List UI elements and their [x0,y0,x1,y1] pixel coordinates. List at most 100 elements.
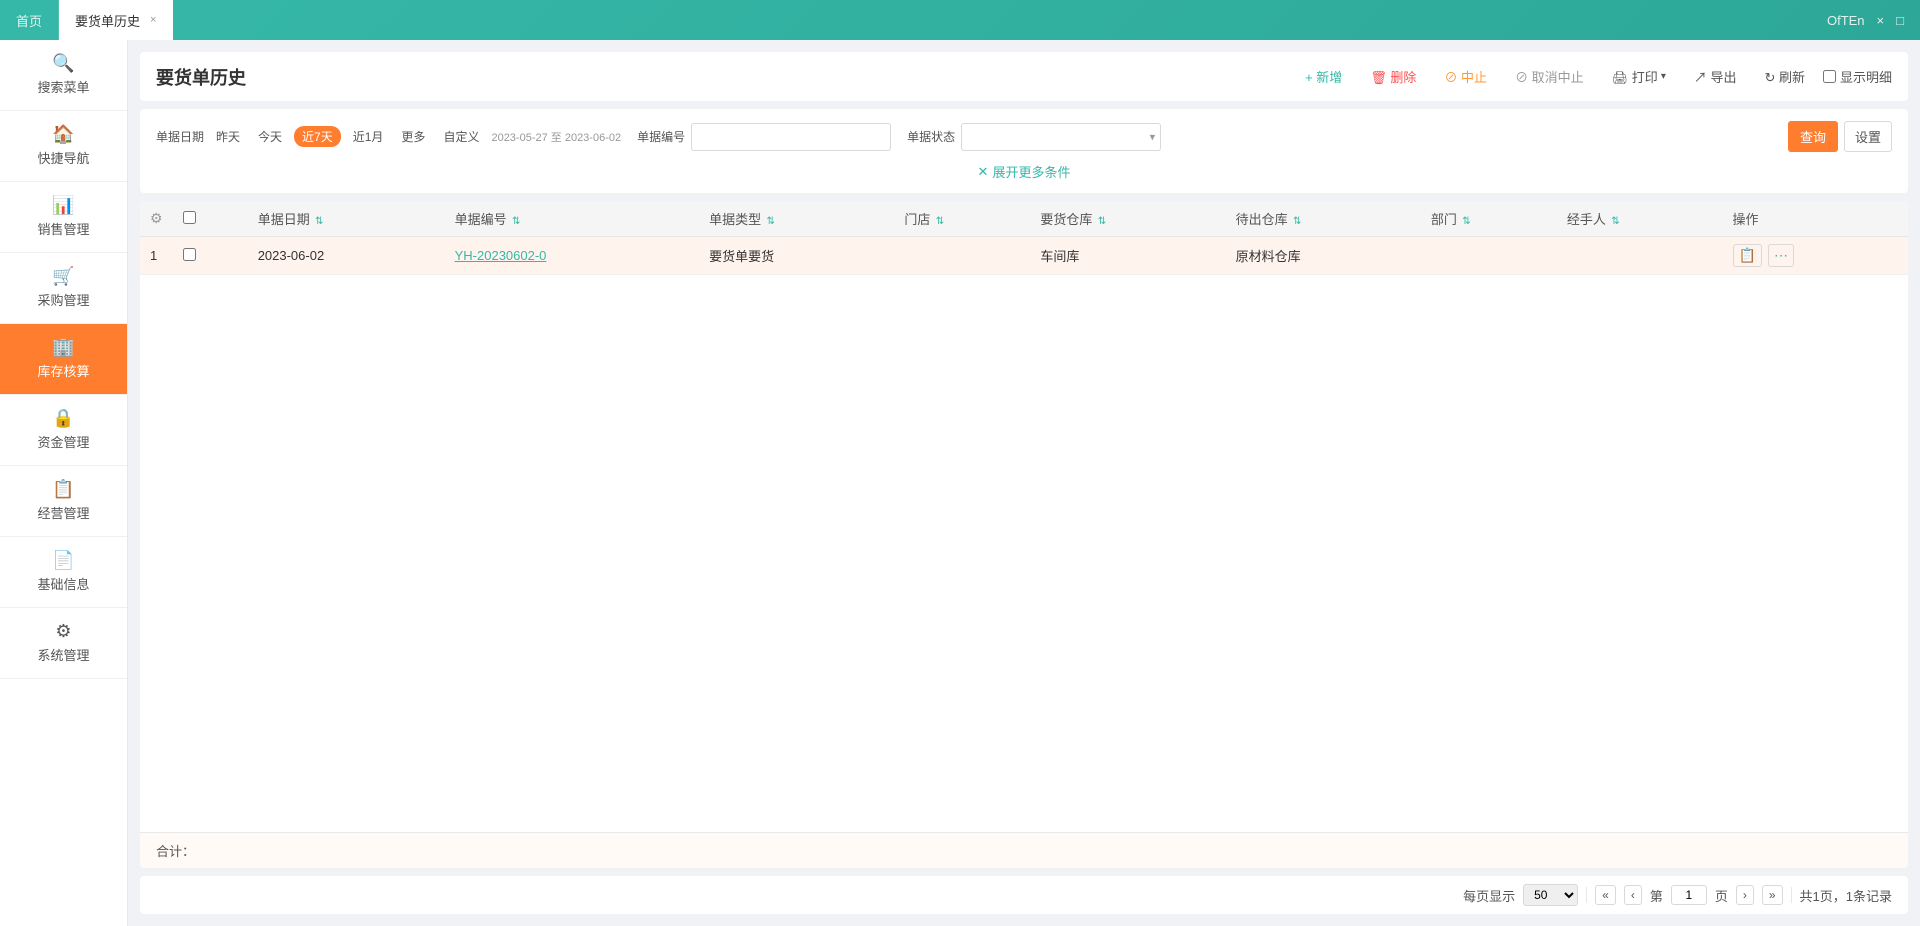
shortcut-more[interactable]: 更多 [395,126,431,147]
row-checkbox[interactable] [183,248,196,261]
tab-close-icon[interactable]: × [150,14,156,26]
refresh-button[interactable]: ↻ 刷新 [1754,62,1815,91]
shortcut-1month[interactable]: 近1月 [347,126,390,147]
shortcut-yesterday[interactable]: 昨天 [210,126,246,147]
last-page-button[interactable]: » [1762,885,1783,905]
sys-mgmt-icon: ⚙ [55,622,71,640]
row-date: 2023-06-02 [258,248,325,263]
export-button[interactable]: ↗ 导出 [1684,62,1747,91]
toolbar: + 新增 🗑 删除 ⊘ 中止 ⊘ 取消中止 🖨 打印 ▾ ↗ 导出 ↻ 刷新 显… [1295,62,1892,91]
action-icons: 📋 ⋯ [1733,244,1899,267]
sidebar-item-sys-mgmt[interactable]: ⚙ 系统管理 [0,608,127,679]
shortcut-custom[interactable]: 自定义 [437,126,485,147]
sidebar-item-sales-mgmt[interactable]: 📊 销售管理 [0,182,127,253]
sidebar-item-quick-nav[interactable]: 🏠 快捷导航 [0,111,127,182]
show-detail-label: 显示明细 [1823,67,1892,86]
next-page-button[interactable]: › [1736,885,1754,905]
sort-billtype-icon[interactable]: ⇅ [767,216,775,227]
col-checkbox [173,201,248,237]
sidebar-label-inventory: 库存核算 [37,361,89,380]
window-close-icon[interactable]: × [1877,13,1885,28]
show-detail-text: 显示明细 [1840,67,1892,86]
more-icon[interactable]: ⋯ [1768,244,1794,267]
sidebar-item-basic-info[interactable]: 📄 基础信息 [0,537,127,608]
col-handler-label: 经手人 [1567,212,1606,227]
table-scroll[interactable]: ⚙ 单据日期 ⇅ 单据编号 ⇅ [140,201,1908,832]
date-shortcuts: 昨天 今天 近7天 近1月 更多 自定义 [210,126,485,147]
col-date-label: 单据日期 [258,212,310,227]
sort-billno-icon[interactable]: ⇅ [512,216,520,227]
sidebar-item-inventory[interactable]: 🏢 库存核算 [0,324,127,395]
col-department: 部门 ⇅ [1421,201,1557,237]
sidebar-label-sys-mgmt: 系统管理 [37,645,89,664]
select-all-checkbox[interactable] [183,211,196,224]
sidebar-item-ops-mgmt[interactable]: 📋 经营管理 [0,466,127,537]
sidebar-label-quick-nav: 快捷导航 [37,148,89,167]
col-date: 单据日期 ⇅ [248,201,445,237]
search-menu-icon: 🔍 [52,54,74,72]
sort-department-icon[interactable]: ⇅ [1462,216,1470,227]
table-container: ⚙ 单据日期 ⇅ 单据编号 ⇅ [140,201,1908,868]
window-maximize-icon[interactable]: □ [1896,13,1904,28]
billno-filter-field: 单据编号 [637,123,891,151]
sort-handler-icon[interactable]: ⇅ [1611,216,1619,227]
cell-handler [1557,237,1723,275]
gear-icon[interactable]: ⚙ [150,210,163,226]
tab-purchase-history[interactable]: 要货单历史 × [59,0,173,40]
print-dropdown-icon[interactable]: ▾ [1661,71,1666,82]
print-button[interactable]: 🖨 打印 ▾ [1602,62,1676,91]
row-billno-link[interactable]: YH-20230602-0 [455,248,547,263]
show-detail-checkbox[interactable] [1823,70,1836,83]
cell-pending-warehouse: 原材料仓库 [1226,237,1421,275]
per-page-label: 每页显示 [1463,886,1515,905]
cell-department [1421,237,1557,275]
sales-mgmt-icon: 📊 [52,196,74,214]
cell-date: 2023-06-02 [248,237,445,275]
status-select[interactable] [961,123,1161,151]
quick-nav-icon: 🏠 [52,125,74,143]
footer-label: 合计： [156,841,195,860]
finance-mgmt-icon: 🔒 [52,409,74,427]
prev-page-button[interactable]: ‹ [1624,885,1642,905]
per-page-select[interactable]: 50 10 20 100 [1523,884,1578,906]
query-buttons: 查询 设置 [1788,121,1892,152]
sidebar-item-finance-mgmt[interactable]: 🔒 资金管理 [0,395,127,466]
col-billno: 单据编号 ⇅ [445,201,700,237]
sidebar-label-search-menu: 搜索菜单 [37,77,89,96]
billno-input[interactable] [691,123,891,151]
col-action: 操作 [1723,201,1909,237]
stop-button[interactable]: ⊘ 中止 [1434,62,1497,91]
setting-button[interactable]: 设置 [1844,121,1892,152]
edit-icon[interactable]: 📋 [1733,244,1762,267]
status-select-wrapper [961,123,1161,151]
expand-more-button[interactable]: ✕ 展开更多条件 [978,162,1071,181]
first-page-button[interactable]: « [1595,885,1616,905]
cancel-stop-button[interactable]: ⊘ 取消中止 [1505,62,1594,91]
total-info: 共1页，1条记录 [1800,886,1892,905]
page-title: 要货单历史 [156,64,246,90]
cell-checkbox [173,237,248,275]
main-layout: 🔍 搜索菜单 🏠 快捷导航 📊 销售管理 🛒 采购管理 🏢 库存核算 🔒 资金管… [0,40,1920,926]
sort-date-icon[interactable]: ⇅ [315,216,323,227]
delete-button[interactable]: 🗑 删除 [1360,62,1426,91]
filter-bar: 单据日期 昨天 今天 近7天 近1月 更多 自定义 2023-05-27 至 2… [140,109,1908,193]
tab-home[interactable]: 首页 [0,0,59,40]
tab-home-label: 首页 [16,11,42,30]
sort-pending-warehouse-icon[interactable]: ⇅ [1293,216,1301,227]
top-bar-right: OfTEn × □ [1811,13,1920,28]
page-input[interactable] [1671,885,1707,905]
new-button[interactable]: + 新增 [1295,62,1352,91]
col-pending-warehouse-label: 待出仓库 [1236,212,1288,227]
shortcut-today[interactable]: 今天 [252,126,288,147]
shortcut-7days[interactable]: 近7天 [294,126,341,147]
sort-store-icon[interactable]: ⇅ [936,216,944,227]
query-button[interactable]: 查询 [1788,121,1838,152]
billno-filter-label: 单据编号 [637,128,685,145]
sidebar-item-purchase-mgmt[interactable]: 🛒 采购管理 [0,253,127,324]
col-pending-warehouse: 待出仓库 ⇅ [1226,201,1421,237]
purchase-mgmt-icon: 🛒 [52,267,74,285]
footer-bar: 合计： [140,832,1908,868]
sort-req-warehouse-icon[interactable]: ⇅ [1098,216,1106,227]
sidebar-item-search-menu[interactable]: 🔍 搜索菜单 [0,40,127,111]
col-department-label: 部门 [1431,212,1457,227]
